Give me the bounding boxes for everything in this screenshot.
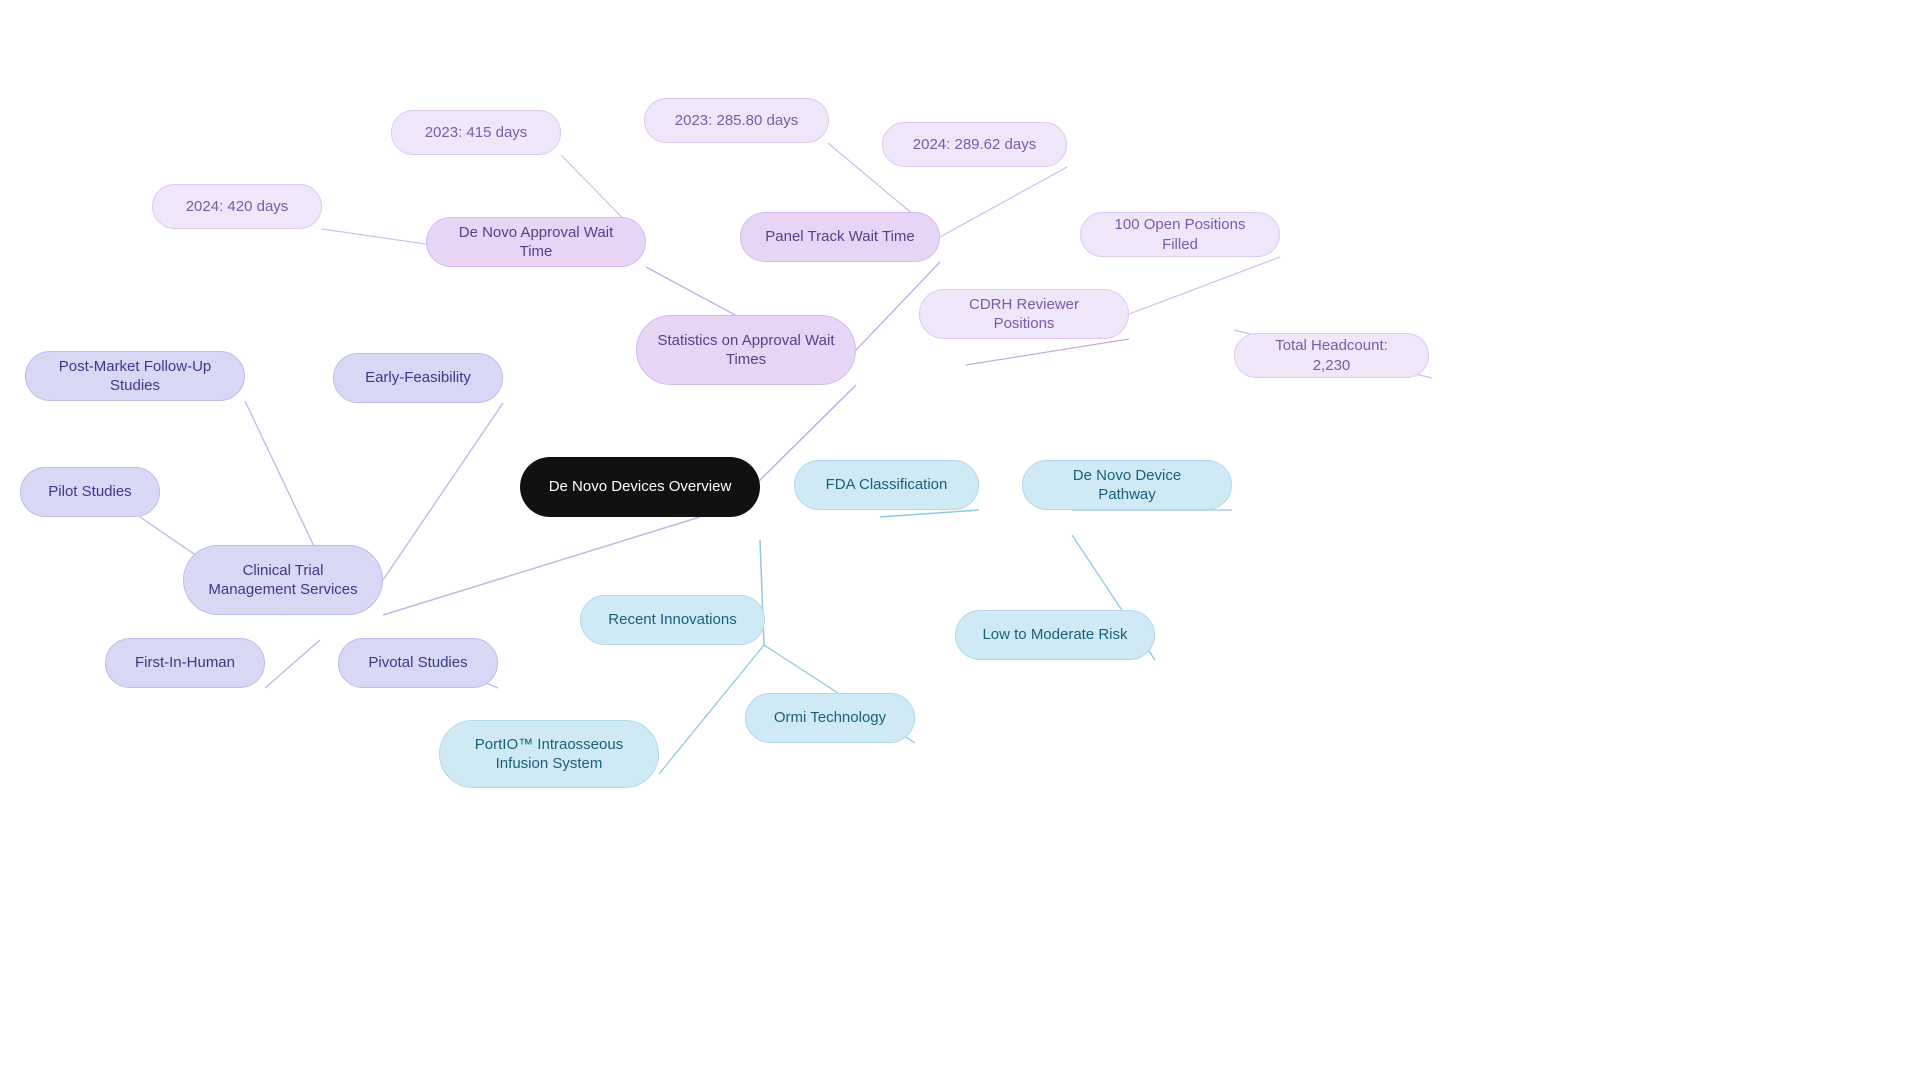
pivotal-studies-label: Pivotal Studies [368, 653, 467, 673]
pilot-studies-label: Pilot Studies [48, 482, 131, 502]
clinical-trial-node[interactable]: Clinical Trial Management Services [183, 545, 383, 615]
fda-classification-node[interactable]: FDA Classification [794, 460, 979, 510]
clinical-trial-label: Clinical Trial Management Services [204, 561, 362, 600]
post-market-label: Post-Market Follow-Up Studies [46, 357, 224, 396]
total-headcount-label: Total Headcount: 2,230 [1255, 336, 1408, 375]
de-novo-approval-wait-node[interactable]: De Novo Approval Wait Time [426, 217, 646, 267]
low-moderate-node[interactable]: Low to Moderate Risk [955, 610, 1155, 660]
first-in-human-label: First-In-Human [135, 653, 235, 673]
first-in-human-node[interactable]: First-In-Human [105, 638, 265, 688]
portio-node[interactable]: PortIO™ Intraosseous Infusion System [439, 720, 659, 788]
center-label: De Novo Devices Overview [549, 477, 732, 497]
early-feasibility-node[interactable]: Early-Feasibility [333, 353, 503, 403]
early-feasibility-label: Early-Feasibility [365, 368, 471, 388]
cdrh-reviewer-node[interactable]: CDRH Reviewer Positions [919, 289, 1129, 339]
ormi-tech-node[interactable]: Ormi Technology [745, 693, 915, 743]
de-novo-pathway-node[interactable]: De Novo Device Pathway [1022, 460, 1232, 510]
y2024-420-node[interactable]: 2024: 420 days [152, 184, 322, 229]
y2024-420-label: 2024: 420 days [186, 197, 289, 217]
y2023-285-node[interactable]: 2023: 285.80 days [644, 98, 829, 143]
stats-approval-label: Statistics on Approval Wait Times [657, 331, 835, 370]
center-node: De Novo Devices Overview [520, 457, 760, 517]
pilot-studies-node[interactable]: Pilot Studies [20, 467, 160, 517]
total-headcount-node[interactable]: Total Headcount: 2,230 [1234, 333, 1429, 378]
y2023-415-node[interactable]: 2023: 415 days [391, 110, 561, 155]
recent-innovations-label: Recent Innovations [608, 610, 736, 630]
low-moderate-label: Low to Moderate Risk [982, 625, 1127, 645]
ormi-tech-label: Ormi Technology [774, 708, 886, 728]
de-novo-approval-wait-label: De Novo Approval Wait Time [447, 223, 625, 262]
cdrh-reviewer-label: CDRH Reviewer Positions [940, 295, 1108, 334]
pivotal-studies-node[interactable]: Pivotal Studies [338, 638, 498, 688]
panel-track-node[interactable]: Panel Track Wait Time [740, 212, 940, 262]
open-positions-node[interactable]: 100 Open Positions Filled [1080, 212, 1280, 257]
stats-approval-node[interactable]: Statistics on Approval Wait Times [636, 315, 856, 385]
y2024-289-label: 2024: 289.62 days [913, 135, 1036, 155]
y2023-415-label: 2023: 415 days [425, 123, 528, 143]
fda-classification-label: FDA Classification [826, 475, 948, 495]
recent-innovations-node[interactable]: Recent Innovations [580, 595, 765, 645]
panel-track-label: Panel Track Wait Time [765, 227, 915, 247]
y2024-289-node[interactable]: 2024: 289.62 days [882, 122, 1067, 167]
portio-label: PortIO™ Intraosseous Infusion System [460, 735, 638, 774]
open-positions-label: 100 Open Positions Filled [1101, 215, 1259, 254]
y2023-285-label: 2023: 285.80 days [675, 111, 798, 131]
de-novo-pathway-label: De Novo Device Pathway [1043, 466, 1211, 505]
post-market-node[interactable]: Post-Market Follow-Up Studies [25, 351, 245, 401]
